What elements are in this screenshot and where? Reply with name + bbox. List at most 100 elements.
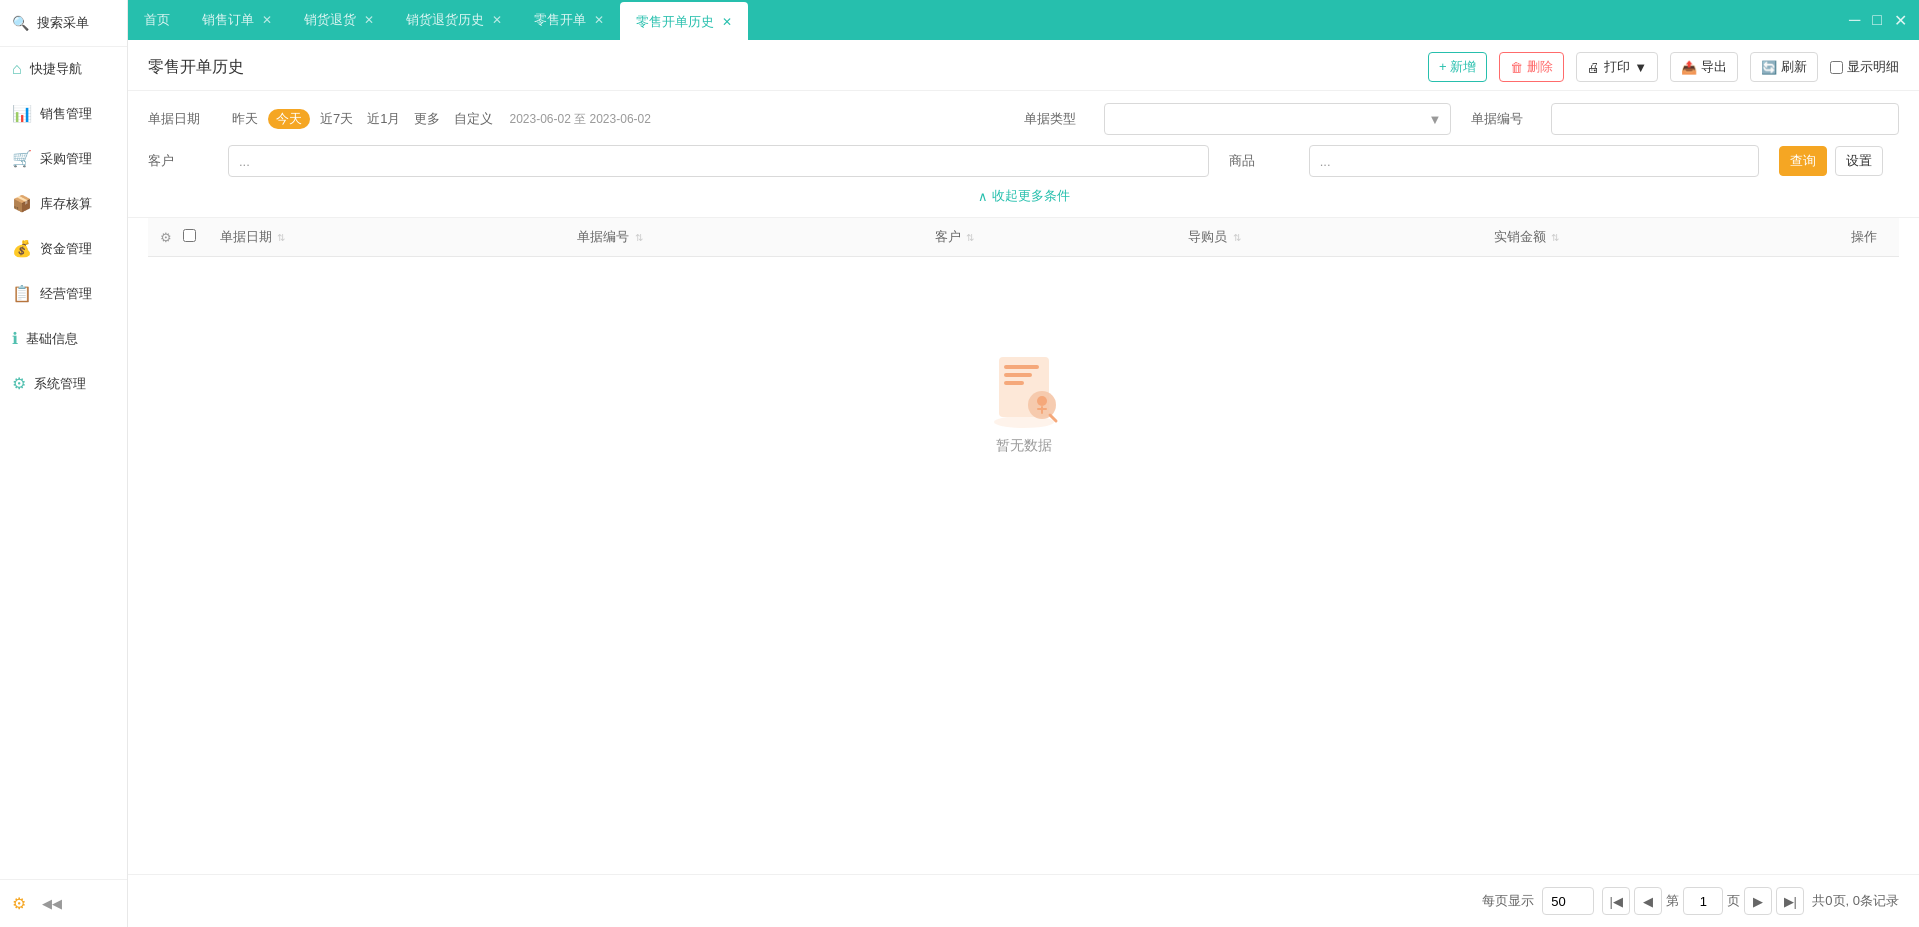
tab-sales-return[interactable]: 销货退货 ✕ <box>288 0 390 40</box>
tab-retail-open-label: 零售开单 <box>534 11 586 29</box>
tab-bar-right: ─ □ ✕ <box>1849 11 1919 30</box>
sidebar-search[interactable]: 🔍 搜索采单 <box>0 0 127 47</box>
tab-sales-return-close[interactable]: ✕ <box>364 13 374 27</box>
sidebar-item-label: 经营管理 <box>40 285 92 303</box>
product-input[interactable]: ... <box>1309 145 1759 177</box>
info-icon: ℹ <box>12 329 18 348</box>
collapse-sidebar-icon[interactable]: ◀◀ <box>42 896 62 911</box>
tab-sales-order[interactable]: 销售订单 ✕ <box>186 0 288 40</box>
export-button[interactable]: 📤 导出 <box>1670 52 1738 82</box>
window-minimize-icon[interactable]: ─ <box>1849 11 1860 29</box>
th-op: 操作 <box>1839 218 1899 257</box>
toolbar: + 新增 🗑 删除 🖨 打印 ▼ 📤 导出 🔄 刷新 <box>1428 52 1899 82</box>
page-title: 零售开单历史 <box>148 57 244 78</box>
th-amount-sort-icon[interactable]: ⇅ <box>1551 232 1559 243</box>
sidebar-item-quick-nav[interactable]: ⌂ 快捷导航 <box>0 47 127 91</box>
sidebar-item-label: 快捷导航 <box>30 60 82 78</box>
settings-icon[interactable]: ⚙ <box>12 894 26 913</box>
filter-bill-type-col: 单据类型 ▼ <box>1024 103 1452 135</box>
display-cols-checkbox[interactable] <box>1830 61 1843 74</box>
refresh-button[interactable]: 🔄 刷新 <box>1750 52 1818 82</box>
page-header: 零售开单历史 + 新增 🗑 删除 🖨 打印 ▼ 📤 导出 🔄 <box>128 40 1919 91</box>
export-icon: 📤 <box>1681 60 1697 75</box>
page-size-select[interactable]: 10 20 50 100 <box>1542 887 1594 915</box>
sidebar-item-label: 基础信息 <box>26 330 78 348</box>
collapse-filter-btn[interactable]: ∧ 收起更多条件 <box>978 187 1070 205</box>
page-size-label: 每页显示 <box>1482 892 1534 910</box>
th-salesperson-sort-icon[interactable]: ⇅ <box>1233 232 1241 243</box>
first-page-btn[interactable]: |◀ <box>1602 887 1630 915</box>
empty-text: 暂无数据 <box>996 437 1052 455</box>
prev-page-btn[interactable]: ◀ <box>1634 887 1662 915</box>
bill-type-select[interactable] <box>1104 103 1452 135</box>
sidebar-item-inventory[interactable]: 📦 库存核算 <box>0 181 127 226</box>
shortcut-today[interactable]: 今天 <box>268 109 310 129</box>
customer-input[interactable]: ... <box>228 145 1209 177</box>
sidebar-item-purchase-mgmt[interactable]: 🛒 采购管理 <box>0 136 127 181</box>
sidebar-item-operations[interactable]: 📋 经营管理 <box>0 271 127 316</box>
th-settings: ⚙ <box>148 218 208 257</box>
table-header-row: ⚙ 单据日期 ⇅ 单据编号 ⇅ 客户 <box>148 218 1899 257</box>
tab-retail-open-history[interactable]: 零售开单历史 ✕ <box>620 2 748 42</box>
date-range-display: 2023-06-02 至 2023-06-02 <box>509 111 650 128</box>
th-no-label: 单据编号 <box>577 229 629 244</box>
tab-sales-order-close[interactable]: ✕ <box>262 13 272 27</box>
tab-sales-return-history[interactable]: 销货退货历史 ✕ <box>390 0 518 40</box>
tab-retail-open-history-label: 零售开单历史 <box>636 13 714 31</box>
shortcut-custom[interactable]: 自定义 <box>450 109 497 129</box>
bill-no-input[interactable] <box>1551 103 1899 135</box>
shortcut-yesterday[interactable]: 昨天 <box>228 109 262 129</box>
sidebar-item-system[interactable]: ⚙ 系统管理 <box>0 361 127 406</box>
filter-bill-no-col: 单据编号 <box>1471 103 1899 135</box>
shortcut-more[interactable]: 更多 <box>410 109 444 129</box>
sidebar-item-label: 采购管理 <box>40 150 92 168</box>
tab-home-label: 首页 <box>144 11 170 29</box>
filter-date-col: 单据日期 昨天 今天 近7天 近1月 更多 自定义 2023-06-02 至 2… <box>148 109 1004 129</box>
sidebar-item-sales-mgmt[interactable]: 📊 销售管理 <box>0 91 127 136</box>
home-icon: ⌂ <box>12 60 22 78</box>
customer-placeholder: ... <box>239 154 250 169</box>
bill-type-label: 单据类型 <box>1024 110 1104 128</box>
sidebar-item-finance[interactable]: 💰 资金管理 <box>0 226 127 271</box>
select-all-checkbox[interactable] <box>183 229 196 242</box>
tab-home[interactable]: 首页 <box>128 0 186 40</box>
print-button[interactable]: 🖨 打印 ▼ <box>1576 52 1658 82</box>
tab-sales-return-history-close[interactable]: ✕ <box>492 13 502 27</box>
page-input[interactable] <box>1683 887 1723 915</box>
svg-rect-2 <box>1004 365 1039 369</box>
table-area: ⚙ 单据日期 ⇅ 单据编号 ⇅ 客户 <box>128 218 1919 874</box>
th-amount-label: 实销金额 <box>1494 229 1546 244</box>
customer-label: 客户 <box>148 152 228 170</box>
settings-button[interactable]: 设置 <box>1835 146 1883 176</box>
tab-bar: 首页 销售订单 ✕ 销货退货 ✕ 销货退货历史 ✕ 零售开单 ✕ 零售开单历史 … <box>128 0 1919 40</box>
tab-retail-open[interactable]: 零售开单 ✕ <box>518 0 620 40</box>
shortcut-7days[interactable]: 近7天 <box>316 109 357 129</box>
sidebar-bottom: ⚙ ◀◀ <box>0 879 127 927</box>
sidebar-item-basic-info[interactable]: ℹ 基础信息 <box>0 316 127 361</box>
main-area: 首页 销售订单 ✕ 销货退货 ✕ 销货退货历史 ✕ 零售开单 ✕ 零售开单历史 … <box>128 0 1919 927</box>
table-settings-icon[interactable]: ⚙ <box>160 230 172 245</box>
tab-sales-return-label: 销货退货 <box>304 11 356 29</box>
th-date-sort-icon[interactable]: ⇅ <box>277 232 285 243</box>
window-close-icon[interactable]: ✕ <box>1894 11 1907 30</box>
print-dropdown-icon: ▼ <box>1634 60 1647 75</box>
content-area: 零售开单历史 + 新增 🗑 删除 🖨 打印 ▼ 📤 导出 🔄 <box>128 40 1919 927</box>
th-no-sort-icon[interactable]: ⇅ <box>635 232 643 243</box>
next-page-btn[interactable]: ▶ <box>1744 887 1772 915</box>
filter-product-col: 商品 ... <box>1229 145 1759 177</box>
delete-button[interactable]: 🗑 删除 <box>1499 52 1564 82</box>
th-no: 单据编号 ⇅ <box>565 218 922 257</box>
last-page-btn[interactable]: ▶| <box>1776 887 1804 915</box>
new-button[interactable]: + 新增 <box>1428 52 1487 82</box>
search-icon: 🔍 <box>12 15 29 31</box>
window-maximize-icon[interactable]: □ <box>1872 11 1882 29</box>
th-customer-sort-icon[interactable]: ⇅ <box>966 232 974 243</box>
display-cols-toggle[interactable]: 显示明细 <box>1830 58 1899 76</box>
filter-row-1: 单据日期 昨天 今天 近7天 近1月 更多 自定义 2023-06-02 至 2… <box>148 103 1899 135</box>
tab-retail-open-history-close[interactable]: ✕ <box>722 15 732 29</box>
tab-retail-open-close[interactable]: ✕ <box>594 13 604 27</box>
sidebar-item-label: 系统管理 <box>34 375 86 393</box>
shortcut-1month[interactable]: 近1月 <box>363 109 404 129</box>
product-placeholder: ... <box>1320 154 1331 169</box>
query-button[interactable]: 查询 <box>1779 146 1827 176</box>
